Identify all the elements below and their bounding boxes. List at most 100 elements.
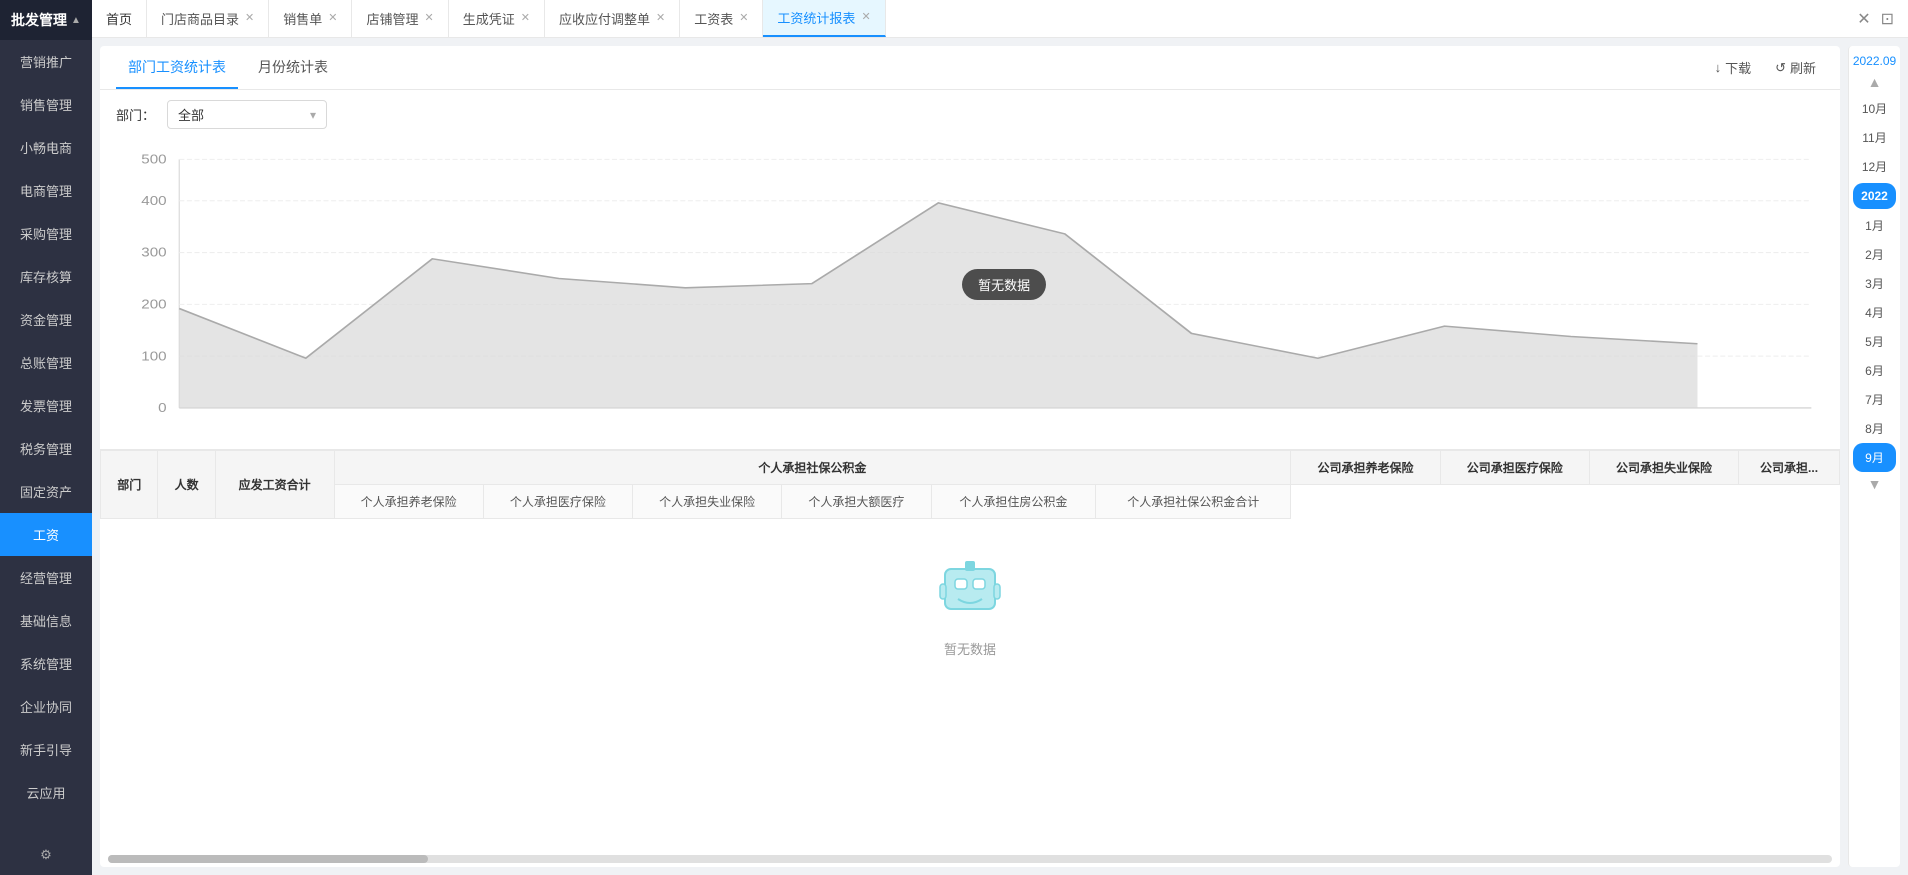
sub-tab-monthly[interactable]: 月份统计表 bbox=[246, 46, 340, 89]
sidebar-item-collab[interactable]: 企业协同 bbox=[0, 685, 92, 728]
tab-payroll[interactable]: 工资表 ✕ bbox=[680, 0, 763, 37]
tab-adjust-close[interactable]: ✕ bbox=[656, 13, 665, 24]
th-personal-medical: 个人承担医疗保险 bbox=[483, 485, 632, 519]
date-month-12[interactable]: 12月 bbox=[1849, 152, 1900, 181]
date-month-9-active[interactable]: 9月 bbox=[1853, 443, 1896, 472]
sidebar-item-guide[interactable]: 新手引导 bbox=[0, 728, 92, 771]
date-month-6[interactable]: 6月 bbox=[1849, 356, 1900, 385]
dept-value: 全部 bbox=[178, 105, 204, 124]
date-month-3[interactable]: 3月 bbox=[1849, 269, 1900, 298]
dept-select[interactable]: 全部 ▾ bbox=[167, 100, 327, 129]
sidebar-item-sales[interactable]: 销售管理 bbox=[0, 83, 92, 126]
tab-bar-controls: ✕ ⊡ bbox=[1843, 7, 1908, 31]
sidebar-item-ecommerce[interactable]: 电商管理 bbox=[0, 169, 92, 212]
empty-icon bbox=[930, 549, 1010, 629]
tab-store-catalog[interactable]: 门店商品目录 ✕ bbox=[147, 0, 269, 37]
sidebar-item-inventory[interactable]: 库存核算 bbox=[0, 255, 92, 298]
th-personal-pension: 个人承担养老保险 bbox=[334, 485, 483, 519]
tab-store-manage-close[interactable]: ✕ bbox=[425, 13, 434, 24]
sidebar: 批发管理 ▲ 营销推广 销售管理 小畅电商 电商管理 采购管理 库存核算 资金管… bbox=[0, 0, 92, 875]
th-total-salary: 应发工资合计 bbox=[215, 451, 334, 519]
date-month-11[interactable]: 11月 bbox=[1849, 123, 1900, 152]
sidebar-item-cloud[interactable]: 云应用 bbox=[0, 771, 92, 814]
main-panel: 部门工资统计表 月份统计表 ↓ 下载 ↺ 刷新 bbox=[100, 46, 1840, 867]
tab-payroll-report[interactable]: 工资统计报表 ✕ bbox=[763, 0, 885, 37]
sidebar-header[interactable]: 批发管理 ▲ bbox=[0, 0, 92, 40]
sidebar-item-invoice[interactable]: 发票管理 bbox=[0, 384, 92, 427]
download-icon: ↓ bbox=[1715, 60, 1722, 75]
table-wrapper: 部门 人数 应发工资合计 个人承担社保公积金 公司承担养老保险 公司承担医疗保险… bbox=[100, 449, 1840, 851]
sidebar-item-payroll[interactable]: 工资 bbox=[0, 513, 92, 556]
refresh-button[interactable]: ↺ 刷新 bbox=[1767, 54, 1824, 81]
toolbar: 部门： 全部 ▾ bbox=[100, 90, 1840, 139]
settings-button[interactable]: ⚙ bbox=[0, 835, 92, 875]
empty-text: 暂无数据 bbox=[944, 639, 996, 658]
date-month-5[interactable]: 5月 bbox=[1849, 327, 1900, 356]
sidebar-item-marketing[interactable]: 营销推广 bbox=[0, 40, 92, 83]
th-company-pension: 公司承担养老保险 bbox=[1291, 451, 1440, 485]
sidebar-item-assets[interactable]: 固定资产 bbox=[0, 470, 92, 513]
th-company-unemployment: 公司承担失业保险 bbox=[1589, 451, 1738, 485]
tab-sales-order[interactable]: 销售单 ✕ bbox=[269, 0, 352, 37]
th-personal-total: 个人承担社保公积金合计 bbox=[1096, 485, 1291, 519]
restore-icon[interactable]: ⊡ bbox=[1877, 7, 1898, 31]
sidebar-item-system[interactable]: 系统管理 bbox=[0, 642, 92, 685]
svg-text:200: 200 bbox=[141, 297, 167, 311]
chart-container: 0 100 200 300 400 500 bbox=[116, 149, 1824, 439]
tab-store-manage[interactable]: 店铺管理 ✕ bbox=[352, 0, 448, 37]
tab-payroll-report-close[interactable]: ✕ bbox=[861, 12, 870, 23]
th-personal-serious-illness: 个人承担大额医疗 bbox=[782, 485, 931, 519]
sidebar-item-basic-info[interactable]: 基础信息 bbox=[0, 599, 92, 642]
tab-payroll-close[interactable]: ✕ bbox=[739, 13, 748, 24]
close-all-icon[interactable]: ✕ bbox=[1853, 7, 1874, 31]
th-company-medical: 公司承担医疗保险 bbox=[1440, 451, 1589, 485]
sidebar-collapse-icon: ▲ bbox=[71, 15, 81, 26]
sidebar-item-finance[interactable]: 资金管理 bbox=[0, 298, 92, 341]
date-month-4[interactable]: 4月 bbox=[1849, 298, 1900, 327]
date-panel-current[interactable]: 2022.09 bbox=[1849, 46, 1900, 70]
th-company-more: 公司承担... bbox=[1739, 451, 1840, 485]
dept-label: 部门： bbox=[116, 105, 155, 124]
date-panel-up-arrow[interactable]: ▲ bbox=[1864, 70, 1886, 94]
sidebar-item-ledger[interactable]: 总账管理 bbox=[0, 341, 92, 384]
svg-text:400: 400 bbox=[141, 193, 167, 207]
sub-tab-dept[interactable]: 部门工资统计表 bbox=[116, 46, 238, 89]
download-button[interactable]: ↓ 下载 bbox=[1707, 54, 1760, 81]
tab-adjust[interactable]: 应收应付调整单 ✕ bbox=[545, 0, 680, 37]
content-area: 部门工资统计表 月份统计表 ↓ 下载 ↺ 刷新 bbox=[92, 38, 1908, 875]
sidebar-item-purchase[interactable]: 采购管理 bbox=[0, 212, 92, 255]
date-year-2022[interactable]: 2022 bbox=[1853, 183, 1896, 209]
svg-text:300: 300 bbox=[141, 245, 167, 259]
date-month-1[interactable]: 1月 bbox=[1849, 211, 1900, 240]
tab-store-catalog-close[interactable]: ✕ bbox=[245, 13, 254, 24]
tab-payroll-report-label: 工资统计报表 bbox=[777, 8, 855, 27]
date-panel-down-arrow[interactable]: ▼ bbox=[1864, 472, 1886, 496]
tab-home[interactable]: 首页 bbox=[92, 0, 147, 37]
tab-sales-order-close[interactable]: ✕ bbox=[328, 13, 337, 24]
sidebar-item-operations[interactable]: 经营管理 bbox=[0, 556, 92, 599]
sidebar-item-ecommerce-small[interactable]: 小畅电商 bbox=[0, 126, 92, 169]
date-month-7[interactable]: 7月 bbox=[1849, 385, 1900, 414]
tab-home-label: 首页 bbox=[106, 9, 132, 28]
tab-voucher[interactable]: 生成凭证 ✕ bbox=[449, 0, 545, 37]
sidebar-title: 批发管理 bbox=[11, 10, 67, 30]
main-area: 首页 门店商品目录 ✕ 销售单 ✕ 店铺管理 ✕ 生成凭证 ✕ 应收应付调整单 … bbox=[92, 0, 1908, 875]
table-scrollbar[interactable] bbox=[108, 855, 1832, 863]
th-personal-housing-fund: 个人承担住房公积金 bbox=[931, 485, 1096, 519]
sidebar-item-tax[interactable]: 税务管理 bbox=[0, 427, 92, 470]
area-chart: 0 100 200 300 400 500 bbox=[116, 149, 1824, 439]
tab-store-catalog-label: 门店商品目录 bbox=[161, 9, 239, 28]
empty-state: 暂无数据 bbox=[100, 519, 1840, 688]
tab-bar: 首页 门店商品目录 ✕ 销售单 ✕ 店铺管理 ✕ 生成凭证 ✕ 应收应付调整单 … bbox=[92, 0, 1908, 38]
date-month-8[interactable]: 8月 bbox=[1849, 414, 1900, 443]
table-scrollbar-thumb[interactable] bbox=[108, 855, 428, 863]
date-month-10[interactable]: 10月 bbox=[1849, 94, 1900, 123]
tab-voucher-label: 生成凭证 bbox=[463, 9, 515, 28]
tab-sales-order-label: 销售单 bbox=[283, 9, 322, 28]
toolbar-actions: ↓ 下载 ↺ 刷新 bbox=[1707, 54, 1824, 81]
th-personal-unemployment: 个人承担失业保险 bbox=[633, 485, 782, 519]
th-headcount: 人数 bbox=[158, 451, 215, 519]
tab-voucher-close[interactable]: ✕ bbox=[521, 13, 530, 24]
date-month-2[interactable]: 2月 bbox=[1849, 240, 1900, 269]
sub-tabs: 部门工资统计表 月份统计表 ↓ 下载 ↺ 刷新 bbox=[100, 46, 1840, 90]
